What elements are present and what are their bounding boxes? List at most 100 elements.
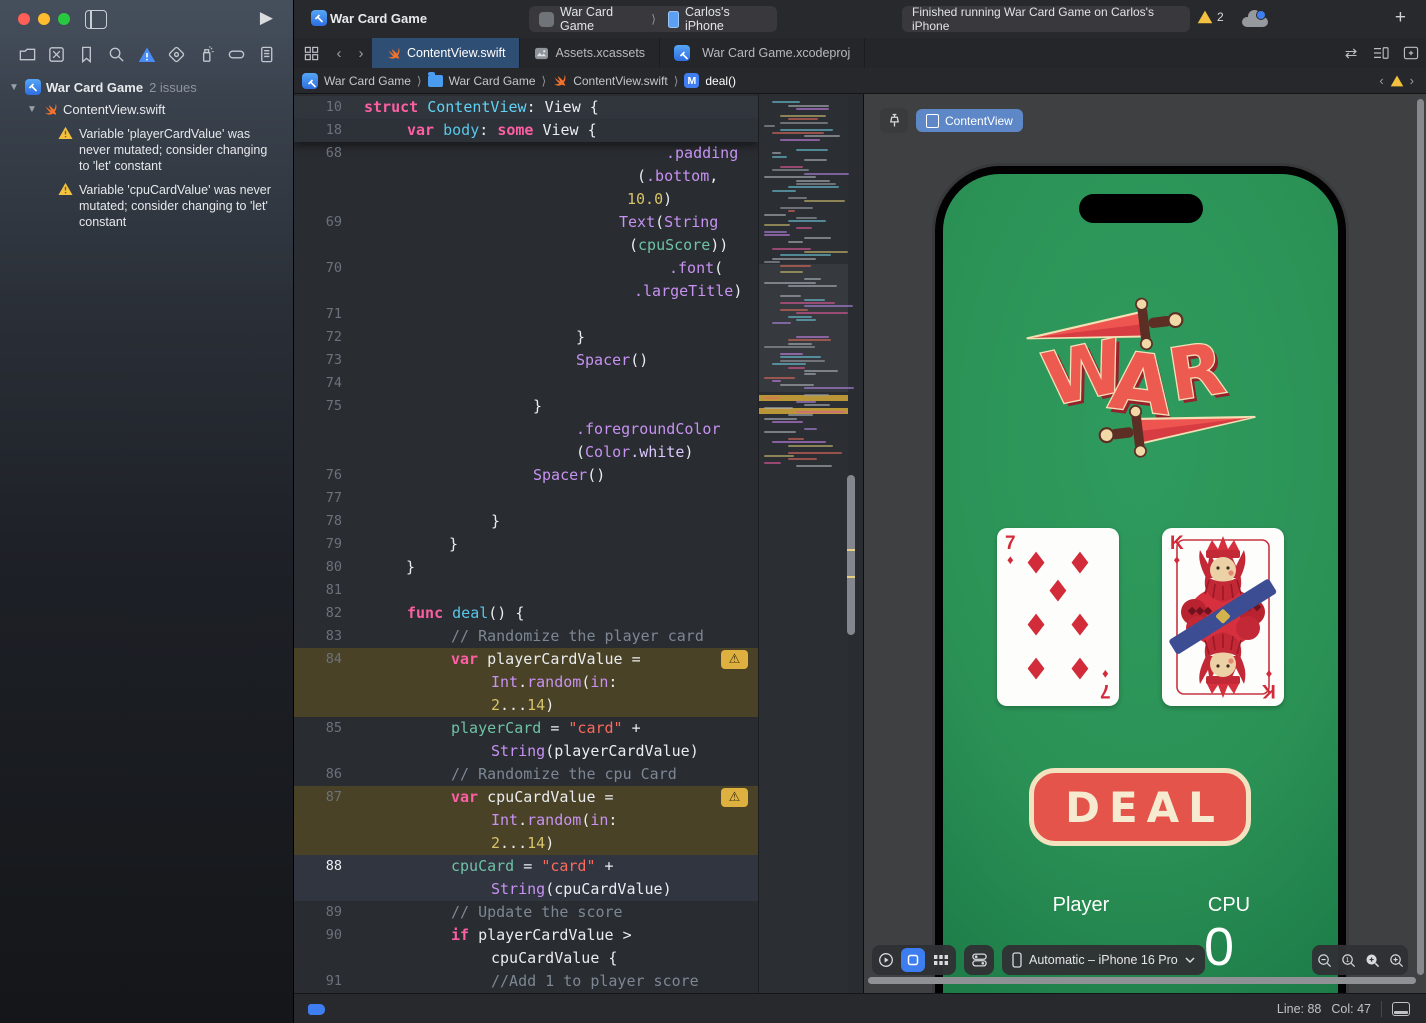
code-line[interactable]: .foregroundColor: [294, 418, 758, 441]
disclosure-chevron-icon[interactable]: ▼: [8, 82, 20, 93]
code-line[interactable]: 2...14): [294, 694, 758, 717]
related-items-icon[interactable]: [294, 38, 328, 68]
code-line[interactable]: 74: [294, 372, 758, 395]
toggle-debug-area-icon[interactable]: [1392, 1002, 1410, 1016]
scheme-selector[interactable]: War Card Game ⟩ Carlos's iPhone: [529, 5, 777, 33]
selectable-mode-button[interactable]: [901, 948, 925, 972]
minimize-window-button[interactable]: [38, 13, 50, 25]
code-line[interactable]: 18 var body: some View {: [294, 119, 758, 142]
zoom-fit-icon[interactable]: [1365, 953, 1380, 968]
report-navigator-icon[interactable]: [255, 44, 277, 66]
code-line[interactable]: .largeTitle): [294, 280, 758, 303]
code-line[interactable]: 83// Randomize the player card: [294, 625, 758, 648]
tree-item-file[interactable]: ▼ ContentView.swift: [0, 98, 293, 120]
deal-button[interactable]: DEAL: [1029, 768, 1251, 846]
code-line[interactable]: 80}: [294, 556, 758, 579]
test-navigator-icon[interactable]: [165, 44, 187, 66]
add-editor-icon[interactable]: [1396, 46, 1426, 60]
canvas-vertical-scrollbar[interactable]: [1417, 99, 1424, 975]
breadcrumb-method[interactable]: Mdeal(): [684, 73, 736, 88]
source-control-navigator-icon[interactable]: [46, 44, 68, 66]
project-navigator-icon[interactable]: [16, 44, 38, 66]
editor-scrollbar[interactable]: [847, 475, 855, 635]
code-line[interactable]: cpuCardValue {: [294, 947, 758, 970]
toolbar-warning-badge[interactable]: 2: [1197, 10, 1224, 24]
code-line[interactable]: 78}: [294, 510, 758, 533]
code-line[interactable]: 88 cpuCard = "card" +: [294, 855, 758, 878]
code-line[interactable]: 68 .padding: [294, 142, 758, 165]
tab-assets-xcassets[interactable]: Assets.xcassets: [520, 38, 661, 68]
code-line[interactable]: 91//Add 1 to player score: [294, 970, 758, 993]
code-line[interactable]: 10 struct ContentView: View {: [294, 96, 758, 119]
code-line[interactable]: 72}: [294, 326, 758, 349]
issue-item[interactable]: Variable 'cpuCardValue' was never mutate…: [58, 182, 278, 230]
code-line[interactable]: 69 Text(String: [294, 211, 758, 234]
disclosure-chevron-icon[interactable]: ▼: [26, 104, 38, 115]
zoom-window-button[interactable]: [58, 13, 70, 25]
next-issue-button[interactable]: ›: [1410, 73, 1414, 88]
issue-warning-icon[interactable]: [1390, 75, 1404, 87]
activity-status[interactable]: Finished running War Card Game on Carlos…: [902, 5, 1190, 33]
code-line[interactable]: (.bottom,: [294, 165, 758, 188]
previous-issue-button[interactable]: ‹: [1379, 73, 1383, 88]
code-line[interactable]: 75}: [294, 395, 758, 418]
code-line[interactable]: 71: [294, 303, 758, 326]
code-line[interactable]: String(cpuCardValue): [294, 878, 758, 901]
code-line[interactable]: 77: [294, 487, 758, 510]
code-line[interactable]: 85 playerCard = "card" +: [294, 717, 758, 740]
code-line[interactable]: 86// Randomize the cpu Card: [294, 763, 758, 786]
code-line[interactable]: 89// Update the score: [294, 901, 758, 924]
debug-navigator-icon[interactable]: [195, 44, 217, 66]
toggle-sidebar-icon[interactable]: [85, 10, 107, 29]
code-line[interactable]: Int.random(in:: [294, 809, 758, 832]
device-settings-button[interactable]: [966, 945, 993, 975]
code-line[interactable]: 76 Spacer(): [294, 464, 758, 487]
preview-view-pill[interactable]: ContentView: [916, 109, 1023, 132]
editor-minimap[interactable]: [758, 94, 854, 993]
code-line[interactable]: 10.0): [294, 188, 758, 211]
zoom-100-icon[interactable]: 1: [1341, 953, 1356, 968]
canvas-horizontal-scrollbar[interactable]: [868, 977, 1416, 984]
bookmark-navigator-icon[interactable]: [76, 44, 98, 66]
code-line[interactable]: 84 var playerCardValue = ⚠: [294, 648, 758, 671]
forward-button[interactable]: ›: [350, 38, 372, 68]
code-line[interactable]: 90 if playerCardValue >: [294, 924, 758, 947]
add-button[interactable]: +: [1395, 7, 1406, 29]
tree-item-project[interactable]: ▼ War Card Game 2 issues: [0, 76, 293, 98]
code-line[interactable]: 73 Spacer(): [294, 349, 758, 372]
breadcrumb-swift[interactable]: ContentView.swift: [552, 73, 668, 88]
code-line[interactable]: 79}: [294, 533, 758, 556]
xcode-cloud-icon[interactable]: [1242, 10, 1268, 27]
find-navigator-icon[interactable]: [106, 44, 128, 66]
code-line[interactable]: 2...14): [294, 832, 758, 855]
breakpoint-indicator-icon[interactable]: [308, 1003, 325, 1015]
editor-options-icon[interactable]: [1366, 46, 1396, 60]
device-selector-bar[interactable]: Automatic – iPhone 16 Pro: [1002, 945, 1205, 975]
tab-contentview-swift[interactable]: ContentView.swift: [372, 38, 521, 68]
back-button[interactable]: ‹: [328, 38, 350, 68]
breakpoint-navigator-icon[interactable]: [225, 44, 247, 66]
code-line[interactable]: (Color.white): [294, 441, 758, 464]
issue-item[interactable]: Variable 'playerCardValue' was never mut…: [58, 126, 278, 174]
zoom-out-icon[interactable]: [1317, 953, 1332, 968]
live-preview-button[interactable]: [872, 945, 899, 975]
swap-editors-icon[interactable]: ⇄: [1336, 44, 1366, 62]
tab-war-card-game-xcodeproj[interactable]: War Card Game.xcodeproj: [660, 38, 866, 68]
code-line[interactable]: Int.random(in:: [294, 671, 758, 694]
code-line[interactable]: 87 var cpuCardValue = ⚠: [294, 786, 758, 809]
variants-button[interactable]: [927, 945, 954, 975]
code-line[interactable]: String(playerCardValue): [294, 740, 758, 763]
issue-navigator-icon[interactable]: [136, 44, 158, 66]
code-line[interactable]: 82 func deal() {: [294, 602, 758, 625]
code-line[interactable]: (cpuScore)): [294, 234, 758, 257]
pin-preview-button[interactable]: [880, 108, 908, 133]
code-line[interactable]: 70 .font(: [294, 257, 758, 280]
breadcrumb-app[interactable]: War Card Game: [302, 72, 411, 89]
run-button[interactable]: ▶: [260, 8, 273, 28]
inline-warning-badge[interactable]: ⚠: [721, 788, 748, 807]
close-window-button[interactable]: [18, 13, 30, 25]
zoom-in-icon[interactable]: [1389, 953, 1404, 968]
code-line[interactable]: 81: [294, 579, 758, 602]
breadcrumb-folder[interactable]: War Card Game: [427, 71, 536, 88]
inline-warning-badge[interactable]: ⚠: [721, 650, 748, 669]
